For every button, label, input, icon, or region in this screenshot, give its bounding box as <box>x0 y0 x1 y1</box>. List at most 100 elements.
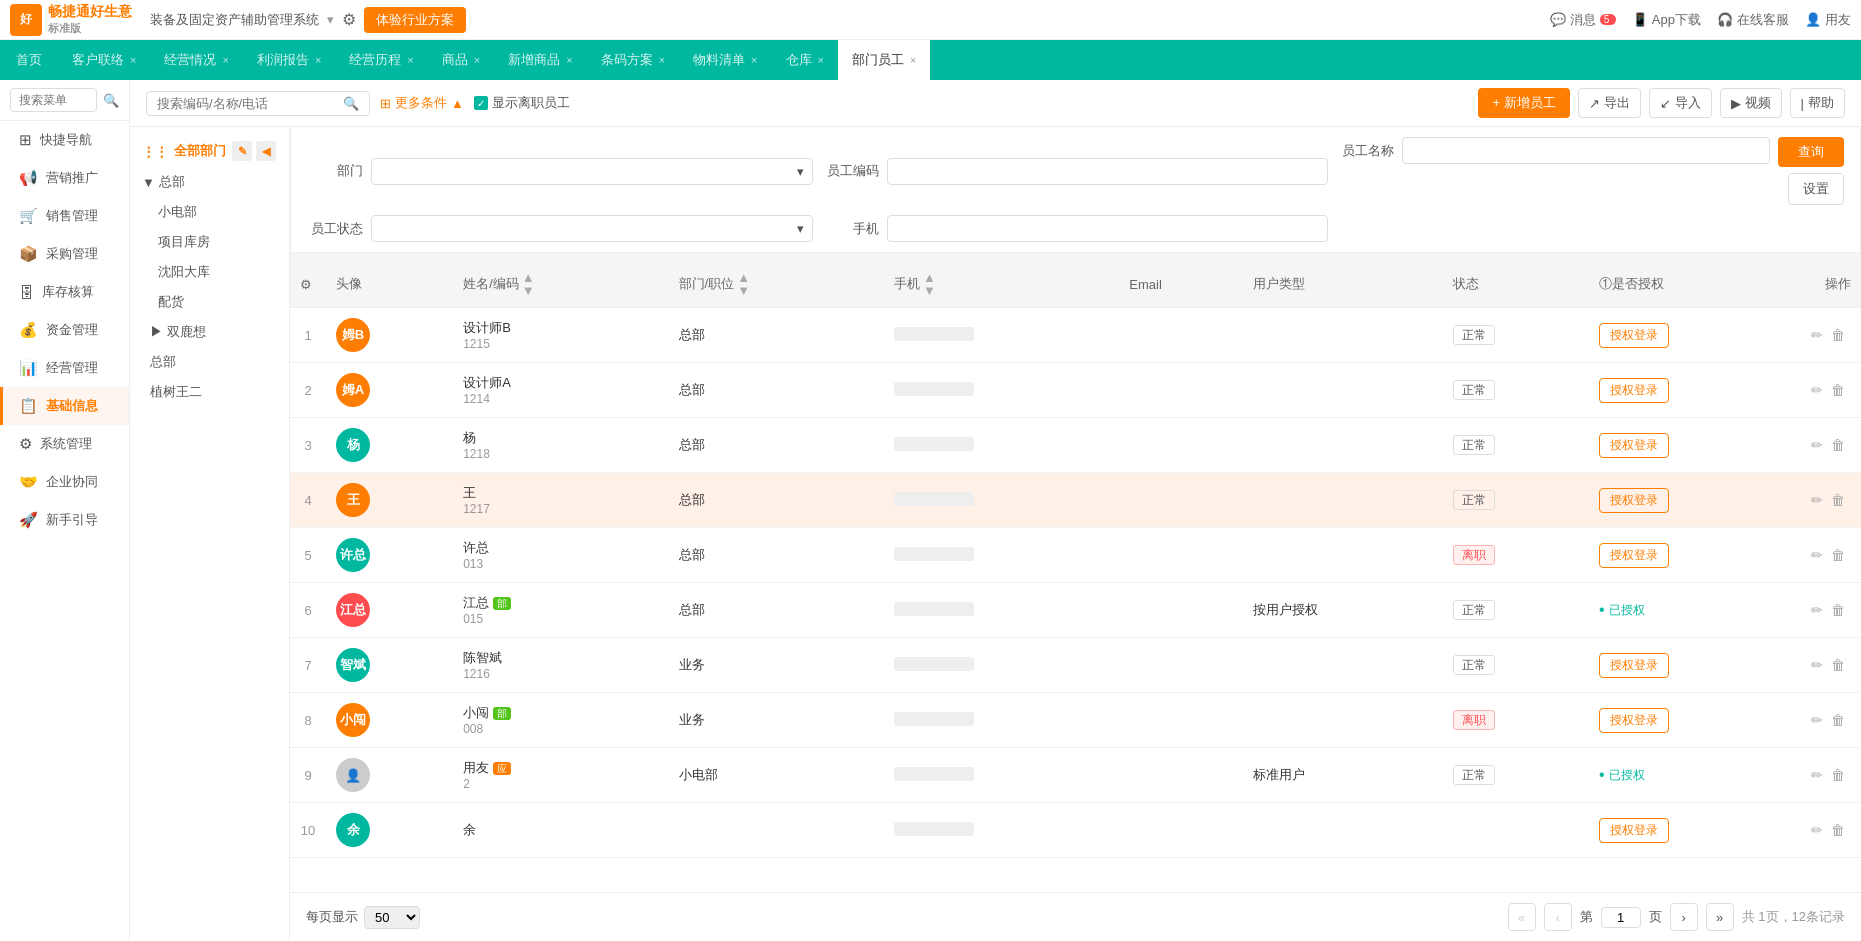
page-size-select[interactable]: 50 100 <box>364 906 420 929</box>
first-page-btn[interactable]: « <box>1508 903 1536 931</box>
gear-button[interactable]: ⚙ <box>342 10 356 29</box>
sidebar-item-guide[interactable]: 🚀 新手引导 <box>0 501 129 539</box>
dept-header[interactable]: ⋮⋮ 全部部门 ✎ ◀ <box>130 135 289 167</box>
delete-icon[interactable]: 🗑 <box>1831 657 1845 673</box>
tab-barcode[interactable]: 条码方案 × <box>587 40 679 80</box>
auth-btn[interactable]: 授权登录 <box>1599 433 1669 458</box>
import-button[interactable]: ↙ 导入 <box>1649 88 1712 118</box>
sidebar-search-input[interactable] <box>10 88 97 112</box>
dept-item-head[interactable]: 总部 <box>130 347 289 377</box>
trial-button[interactable]: 体验行业方案 <box>364 7 466 33</box>
delete-icon[interactable]: 🗑 <box>1831 822 1845 838</box>
view-button[interactable]: ▶ 视频 <box>1720 88 1782 118</box>
tab-material[interactable]: 物料清单 × <box>679 40 771 80</box>
sidebar-item-operations[interactable]: 📊 经营管理 <box>0 349 129 387</box>
filter-emp-code-input[interactable] <box>887 158 1329 185</box>
edit-icon[interactable]: ✏ <box>1811 492 1823 508</box>
search-input[interactable] <box>157 96 337 111</box>
prev-page-btn[interactable]: ‹ <box>1544 903 1572 931</box>
dept-item-distribution[interactable]: 配货 <box>130 287 289 317</box>
last-page-btn[interactable]: » <box>1706 903 1734 931</box>
sidebar-item-purchase[interactable]: 📦 采购管理 <box>0 235 129 273</box>
auth-btn[interactable]: 授权登录 <box>1599 818 1669 843</box>
auth-btn[interactable]: 授权登录 <box>1599 323 1669 348</box>
auth-btn[interactable]: 授权登录 <box>1599 488 1669 513</box>
close-dept-icon[interactable]: × <box>910 54 916 66</box>
auth-btn[interactable]: 授权登录 <box>1599 378 1669 403</box>
filter-emp-name-input[interactable] <box>1402 137 1770 164</box>
next-page-btn[interactable]: › <box>1670 903 1698 931</box>
edit-icon[interactable]: ✏ <box>1811 327 1823 343</box>
delete-icon[interactable]: 🗑 <box>1831 492 1845 508</box>
dept-edit-icon[interactable]: ✎ <box>232 141 252 161</box>
sidebar-item-quick-nav[interactable]: ⊞ 快捷导航 <box>0 121 129 159</box>
dept-item-shuanglu[interactable]: ▶ 双鹿想 <box>130 317 289 347</box>
tab-goods[interactable]: 商品 × <box>428 40 494 80</box>
tab-operation[interactable]: 经营情况 × <box>150 40 242 80</box>
close-new-goods-icon[interactable]: × <box>566 54 572 66</box>
th-dept-position[interactable]: 部门/职位 ▲▼ <box>669 261 884 308</box>
sidebar-item-inventory[interactable]: 🗄 库存核算 <box>0 273 129 311</box>
delete-icon[interactable]: 🗑 <box>1831 327 1845 343</box>
messages-btn[interactable]: 💬 消息 5 <box>1550 11 1616 29</box>
dept-item-small-elec[interactable]: 小电部 <box>130 197 289 227</box>
tab-home[interactable]: 首页 <box>0 40 58 80</box>
auth-btn[interactable]: 授权登录 <box>1599 543 1669 568</box>
auth-btn[interactable]: 授权登录 <box>1599 653 1669 678</box>
more-filter-btn[interactable]: ⊞ 更多条件 ▲ <box>380 94 464 112</box>
close-barcode-icon[interactable]: × <box>659 54 665 66</box>
close-operation-icon[interactable]: × <box>222 54 228 66</box>
dept-item-shenyang[interactable]: 沈阳大库 <box>130 257 289 287</box>
delete-icon[interactable]: 🗑 <box>1831 547 1845 563</box>
tab-profit[interactable]: 利润报告 × <box>243 40 335 80</box>
export-button[interactable]: ↗ 导出 <box>1578 88 1641 118</box>
tab-new-goods[interactable]: 新增商品 × <box>494 40 586 80</box>
dropdown-arrow-icon[interactable]: ▾ <box>327 12 334 27</box>
help-button[interactable]: | 帮助 <box>1790 88 1845 118</box>
filter-status-select[interactable]: ▾ <box>371 215 813 242</box>
sidebar-item-basic-info[interactable]: 📋 基础信息 <box>0 387 129 425</box>
th-phone[interactable]: 手机 ▲▼ <box>884 261 1119 308</box>
dept-item-project-store[interactable]: 项目库房 <box>130 227 289 257</box>
tab-warehouse[interactable]: 仓库 × <box>772 40 838 80</box>
edit-icon[interactable]: ✏ <box>1811 547 1823 563</box>
filter-phone-input[interactable] <box>887 215 1329 242</box>
edit-icon[interactable]: ✏ <box>1811 437 1823 453</box>
tab-dept-employee[interactable]: 部门员工 × <box>838 40 930 80</box>
dept-item-headquarters[interactable]: ▼ 总部 <box>130 167 289 197</box>
edit-icon[interactable]: ✏ <box>1811 657 1823 673</box>
query-button[interactable]: 查询 <box>1778 137 1844 167</box>
edit-icon[interactable]: ✏ <box>1811 767 1823 783</box>
user-avatar[interactable]: 👤 用友 <box>1805 11 1851 29</box>
auth-btn[interactable]: 授权登录 <box>1599 708 1669 733</box>
delete-icon[interactable]: 🗑 <box>1831 602 1845 618</box>
edit-icon[interactable]: ✏ <box>1811 712 1823 728</box>
tab-history[interactable]: 经营历程 × <box>335 40 427 80</box>
tab-customer[interactable]: 客户联络 × <box>58 40 150 80</box>
delete-icon[interactable]: 🗑 <box>1831 437 1845 453</box>
edit-icon[interactable]: ✏ <box>1811 822 1823 838</box>
sidebar-item-marketing[interactable]: 📢 营销推广 <box>0 159 129 197</box>
show-resigned-toggle[interactable]: ✓ 显示离职员工 <box>474 94 570 112</box>
sidebar-item-corp[interactable]: 🤝 企业协同 <box>0 463 129 501</box>
show-resigned-checkbox[interactable]: ✓ <box>474 96 488 110</box>
edit-icon[interactable]: ✏ <box>1811 602 1823 618</box>
close-profit-icon[interactable]: × <box>315 54 321 66</box>
dept-item-plant-king[interactable]: 植树王二 <box>130 377 289 407</box>
close-warehouse-icon[interactable]: × <box>818 54 824 66</box>
delete-icon[interactable]: 🗑 <box>1831 767 1845 783</box>
close-customer-icon[interactable]: × <box>130 54 136 66</box>
delete-icon[interactable]: 🗑 <box>1831 382 1845 398</box>
online-service-btn[interactable]: 🎧 在线客服 <box>1717 11 1789 29</box>
set-button[interactable]: 设置 <box>1788 173 1844 205</box>
dept-collapse-icon[interactable]: ◀ <box>256 141 276 161</box>
delete-icon[interactable]: 🗑 <box>1831 712 1845 728</box>
close-goods-icon[interactable]: × <box>474 54 480 66</box>
sidebar-item-system[interactable]: ⚙ 系统管理 <box>0 425 129 463</box>
col-settings-icon[interactable]: ⚙ <box>300 277 312 292</box>
close-history-icon[interactable]: × <box>407 54 413 66</box>
filter-dept-select[interactable]: ▾ <box>371 158 813 185</box>
app-download-btn[interactable]: 📱 App下载 <box>1632 11 1701 29</box>
th-name-code[interactable]: 姓名/编码 ▲▼ <box>453 261 668 308</box>
edit-icon[interactable]: ✏ <box>1811 382 1823 398</box>
